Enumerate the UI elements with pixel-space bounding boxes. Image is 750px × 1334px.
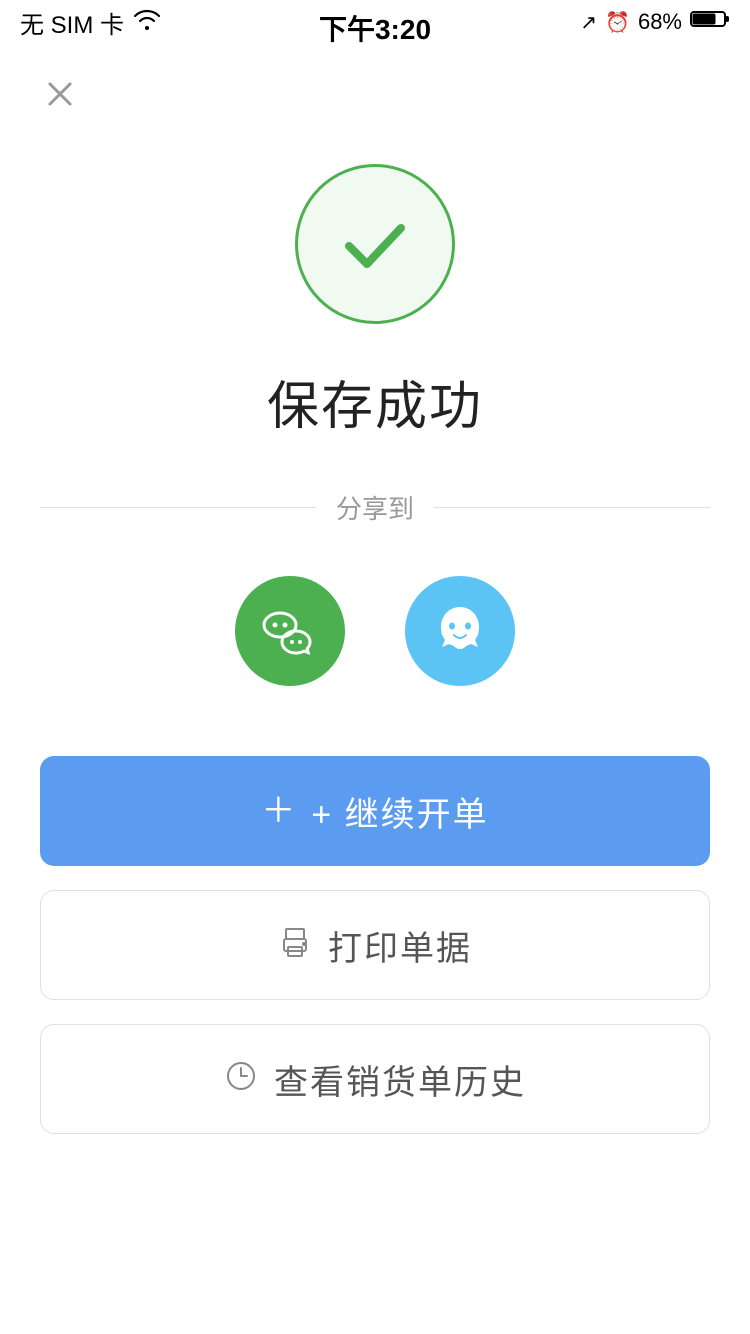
checkmark-icon [335, 204, 415, 284]
plus-icon: ＋ [261, 794, 295, 828]
main-content: 保存成功 分享到 [0, 124, 750, 1334]
qq-share-button[interactable] [405, 576, 515, 686]
wechat-share-button[interactable] [235, 576, 345, 686]
history-button[interactable]: 查看销货单历史 [40, 1024, 710, 1134]
share-label: 分享到 [336, 489, 414, 526]
status-left: 无 SIM 卡 [20, 5, 162, 40]
status-time: 下午3:20 [319, 8, 431, 48]
share-divider: 分享到 [40, 489, 710, 526]
share-icons [40, 576, 710, 686]
share-section: 分享到 [40, 489, 710, 686]
status-bar: 无 SIM 卡 下午3:20 ↗ ⏰ 68% [0, 0, 750, 44]
alarm-icon: ⏰ [605, 10, 630, 35]
wifi-icon [132, 8, 162, 37]
status-right: ↗ ⏰ 68% [580, 9, 730, 35]
location-icon: ↗ [580, 10, 597, 35]
printer-icon [278, 925, 312, 965]
battery-label: 68% [638, 9, 682, 35]
no-sim-label: 无 SIM 卡 [20, 5, 124, 40]
history-label: 查看销货单历史 [274, 1055, 526, 1104]
continue-button[interactable]: ＋ + 继续开单 [40, 756, 710, 866]
qq-icon [428, 599, 492, 663]
wechat-icon [258, 599, 322, 663]
history-icon [224, 1059, 258, 1099]
close-button[interactable] [30, 64, 90, 124]
battery-icon [690, 9, 730, 35]
continue-label: + 继续开单 [311, 787, 488, 836]
success-icon-circle [295, 164, 455, 324]
print-label: 打印单据 [328, 921, 472, 970]
print-button[interactable]: 打印单据 [40, 890, 710, 1000]
success-title: 保存成功 [267, 364, 483, 439]
action-buttons: ＋ + 继续开单 打印单据 查看销货单历史 [40, 756, 710, 1134]
